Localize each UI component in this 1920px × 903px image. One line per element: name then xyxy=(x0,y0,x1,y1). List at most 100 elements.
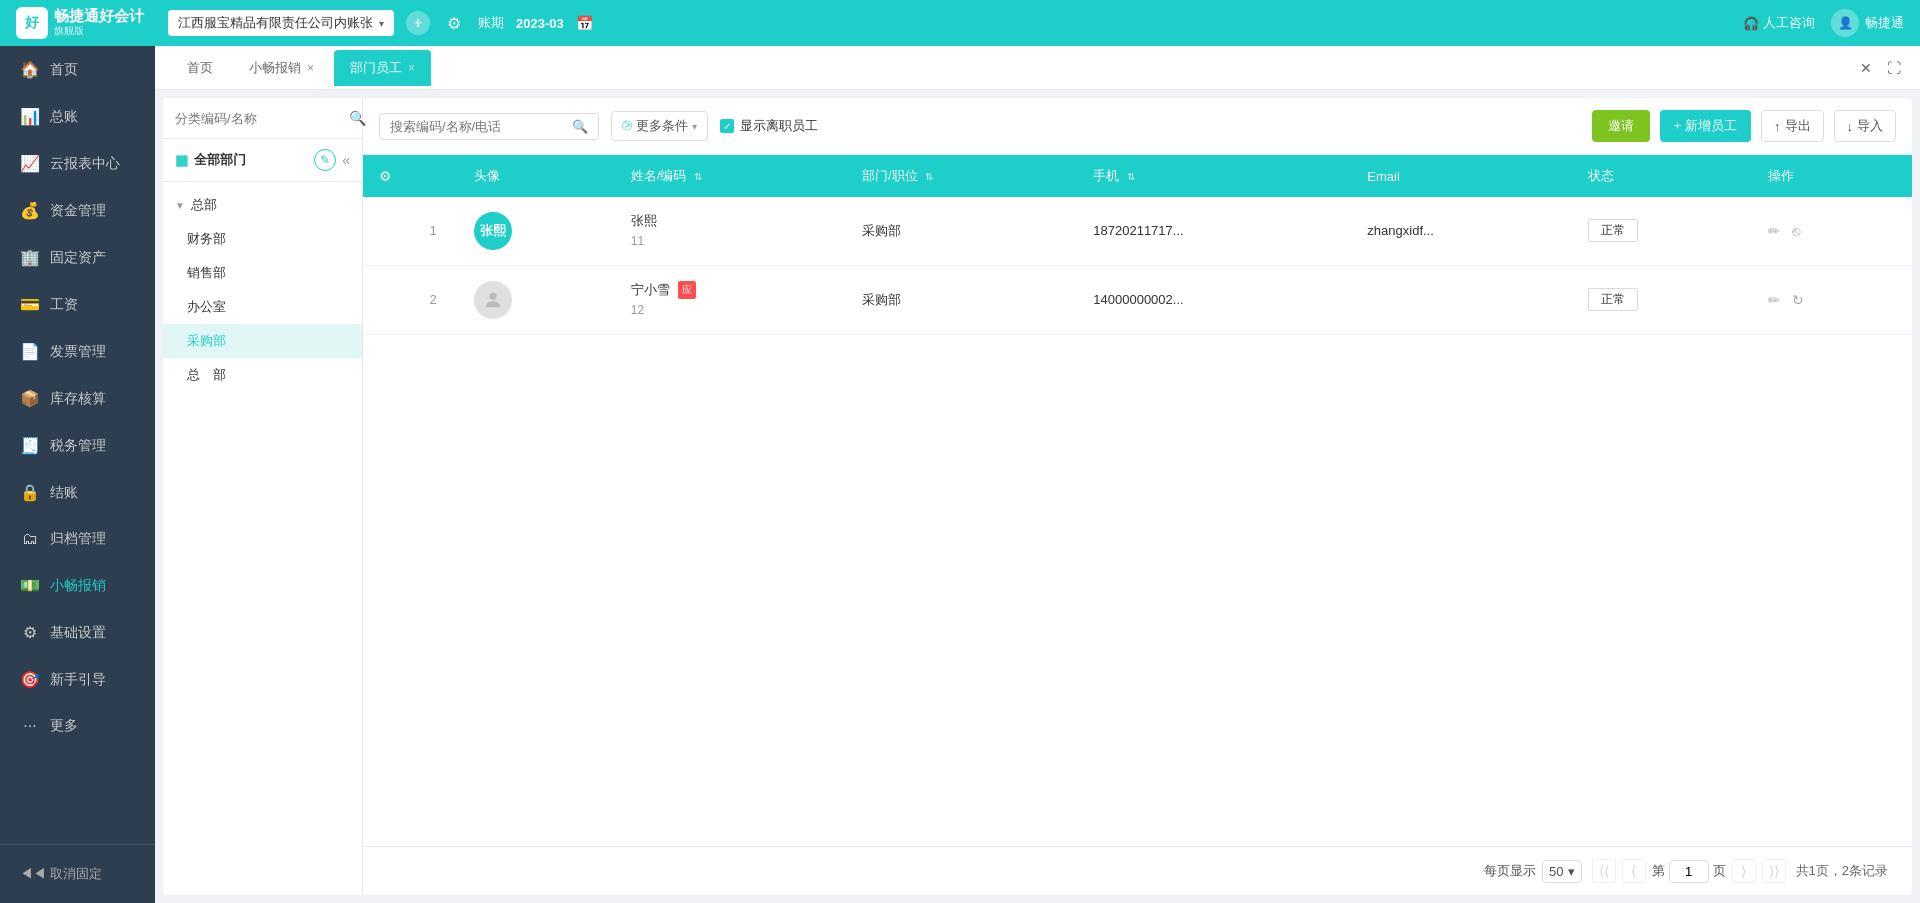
import-button[interactable]: ↓ 导入 xyxy=(1834,110,1897,142)
row1-email: zhangxidf... xyxy=(1367,223,1434,238)
dept-search-input[interactable] xyxy=(175,111,343,126)
filter-button[interactable]: ⧁ 更多条件 ▾ xyxy=(611,111,708,141)
sidebar-label-guide: 新手引导 xyxy=(50,671,106,689)
dept-node-finance[interactable]: 财务部 xyxy=(163,222,362,256)
row1-num: 1 xyxy=(408,197,458,265)
row1-edit-icon[interactable]: ✏ xyxy=(1768,223,1780,239)
employee-data-table: ⚙ 头像 姓名/编码 ⇅ xyxy=(363,155,1912,335)
total-info: 共1页，2条记录 xyxy=(1796,862,1888,880)
row1-avatar-cell: 张熙 xyxy=(458,197,615,265)
export-label: 导出 xyxy=(1785,117,1811,135)
sidebar-item-assets[interactable]: 🏢 固定资产 xyxy=(0,234,155,281)
dept-node-purchase[interactable]: 采购部 xyxy=(163,324,362,358)
dept-node-hq[interactable]: ▼ 总部 xyxy=(163,188,362,222)
funds-icon: 💰 xyxy=(20,201,40,220)
dept-sales-label: 销售部 xyxy=(187,264,226,282)
dept-header-right: ✎ « xyxy=(314,149,350,171)
sidebar-item-expense[interactable]: 💵 小畅报销 xyxy=(0,562,155,609)
tab-expense-close[interactable]: × xyxy=(307,61,314,75)
table-row: 1 张熙 张熙 11 xyxy=(363,197,1912,265)
guide-icon: 🎯 xyxy=(20,670,40,689)
sidebar-item-ledger[interactable]: 📊 总账 xyxy=(0,93,155,140)
sidebar-label-salary: 工资 xyxy=(50,296,78,314)
sidebar-item-inventory[interactable]: 📦 库存核算 xyxy=(0,375,155,422)
first-page-button[interactable]: ⟨⟨ xyxy=(1592,859,1616,883)
prev-page-button[interactable]: ⟨ xyxy=(1622,859,1646,883)
close-window-button[interactable]: ✕ xyxy=(1856,58,1876,78)
row2-edit-icon[interactable]: ✏ xyxy=(1768,292,1780,308)
assets-icon: 🏢 xyxy=(20,248,40,267)
sidebar-label-more: 更多 xyxy=(50,717,78,735)
sidebar-item-invoice[interactable]: 📄 发票管理 xyxy=(0,328,155,375)
user-avatar: 👤 xyxy=(1831,9,1859,37)
add-employee-button[interactable]: + 新增员工 xyxy=(1660,110,1751,142)
page-number-input[interactable] xyxy=(1669,860,1709,883)
row1-phone: 18720211717... xyxy=(1093,223,1183,238)
prev-page-icon: ⟨ xyxy=(1631,863,1636,879)
tab-dept[interactable]: 部门员工 × xyxy=(334,50,431,86)
dept-node-office[interactable]: 办公室 xyxy=(163,290,362,324)
row2-name-code: 宁小雪 应 12 xyxy=(631,280,830,320)
collapse-dept-button[interactable]: « xyxy=(342,152,350,168)
dept-node-sales[interactable]: 销售部 xyxy=(163,256,362,290)
show-resigned-label: 显示离职员工 xyxy=(740,117,818,135)
dept-edit-button[interactable]: ✎ xyxy=(314,149,336,171)
settings-icon[interactable]: ⚙ xyxy=(442,11,466,35)
content-area: 首页 小畅报销 × 部门员工 × ✕ ⛶ 🔍 xyxy=(155,46,1920,903)
support-button[interactable]: 🎧 人工咨询 xyxy=(1743,14,1815,32)
row1-email-cell: zhangxidf... xyxy=(1351,197,1572,265)
sidebar-item-settings[interactable]: ⚙ 基础设置 xyxy=(0,609,155,656)
tab-dept-close[interactable]: × xyxy=(408,61,415,75)
sidebar-item-archive[interactable]: 🗂 归档管理 xyxy=(0,516,155,562)
employee-search-input[interactable] xyxy=(390,119,566,134)
sidebar-item-more[interactable]: ··· 更多 xyxy=(0,703,155,749)
dept-node-general[interactable]: 总 部 xyxy=(163,358,362,392)
maximize-window-button[interactable]: ⛶ xyxy=(1884,58,1904,78)
col-status-label: 状态 xyxy=(1588,168,1614,183)
filter-icon: ⧁ xyxy=(622,118,632,134)
col-avatar: 头像 xyxy=(458,155,615,197)
all-dept-label: 全部部门 xyxy=(194,151,246,169)
col-settings[interactable]: ⚙ xyxy=(363,155,408,197)
show-resigned-checkbox[interactable]: ✓ 显示离职员工 xyxy=(720,117,818,135)
per-page-select[interactable]: 50 ▾ xyxy=(1542,860,1581,883)
row1-phone-cell: 18720211717... xyxy=(1077,197,1351,265)
sidebar-item-salary[interactable]: 💳 工资 xyxy=(0,281,155,328)
import-icon: ↓ xyxy=(1847,119,1854,134)
sidebar-item-home[interactable]: 🏠 首页 xyxy=(0,46,155,93)
sidebar-item-tax[interactable]: 🧾 税务管理 xyxy=(0,422,155,469)
tab-dept-label: 部门员工 xyxy=(350,59,402,77)
ledger-icon: 📊 xyxy=(20,107,40,126)
sidebar-label-ledger: 总账 xyxy=(50,108,78,126)
table-footer: 每页显示 50 ▾ ⟨⟨ ⟨ 第 xyxy=(363,846,1912,895)
calendar-icon[interactable]: 📅 xyxy=(576,15,593,31)
tab-home[interactable]: 首页 xyxy=(171,50,229,86)
base-settings-icon: ⚙ xyxy=(20,623,40,642)
export-button[interactable]: ↑ 导出 xyxy=(1761,110,1824,142)
invite-button[interactable]: 邀请 xyxy=(1592,110,1650,142)
sidebar-item-reports[interactable]: 📈 云报表中心 xyxy=(0,140,155,187)
app-name: 畅捷通好会计 xyxy=(54,8,144,25)
col-dept[interactable]: 部门/职位 ⇅ xyxy=(846,155,1077,197)
company-selector[interactable]: 江西服宝精品有限责任公司内账张 ▾ xyxy=(168,10,394,36)
row1-logout-icon[interactable]: ⎋ xyxy=(1792,223,1800,239)
user-area[interactable]: 👤 畅捷通 xyxy=(1831,9,1904,37)
headphone-icon: 🎧 xyxy=(1743,16,1759,31)
sidebar-item-closing[interactable]: 🔒 结账 xyxy=(0,469,155,516)
sidebar-label-inventory: 库存核算 xyxy=(50,390,106,408)
sidebar-item-guide[interactable]: 🎯 新手引导 xyxy=(0,656,155,703)
next-page-button[interactable]: ⟩ xyxy=(1732,859,1756,883)
dept-office-label: 办公室 xyxy=(187,298,226,316)
tab-expense[interactable]: 小畅报销 × xyxy=(233,50,330,86)
salary-icon: 💳 xyxy=(20,295,40,314)
sidebar-bottom: ◀◀ 取消固定 xyxy=(0,844,155,903)
col-name[interactable]: 姓名/编码 ⇅ xyxy=(615,155,846,197)
add-button[interactable]: + xyxy=(406,11,430,35)
row2-refresh-icon[interactable]: ↻ xyxy=(1792,292,1804,308)
last-page-button[interactable]: ⟩⟩ xyxy=(1762,859,1786,883)
col-phone[interactable]: 手机 ⇅ xyxy=(1077,155,1351,197)
unpin-button[interactable]: ◀◀ 取消固定 xyxy=(0,857,155,891)
row2-avatar-cell xyxy=(458,265,615,334)
employee-search-icon[interactable]: 🔍 xyxy=(572,119,588,134)
sidebar-item-funds[interactable]: 💰 资金管理 xyxy=(0,187,155,234)
